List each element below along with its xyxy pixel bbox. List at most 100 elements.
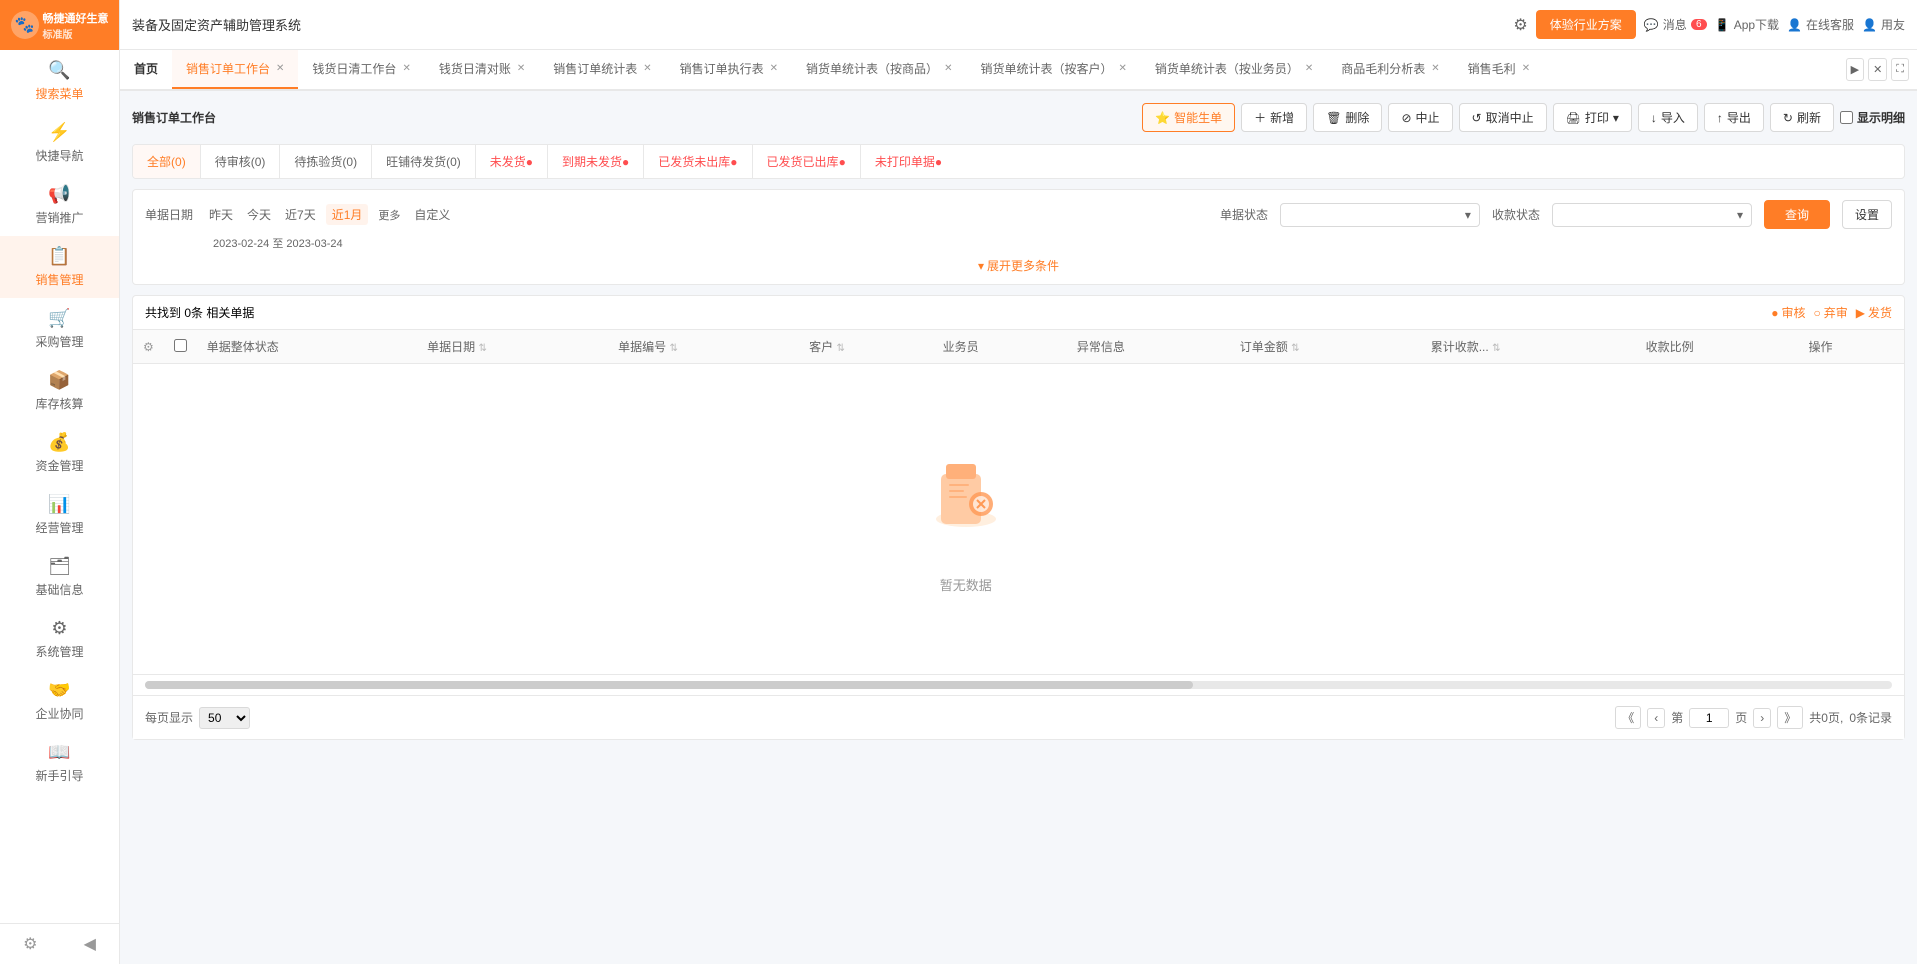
expand-row: ▾ 展开更多条件 xyxy=(145,257,1892,274)
filter-tab-pending-inspection[interactable]: 待拣验货(0) xyxy=(280,145,372,178)
industry-btn[interactable]: 体验行业方案 xyxy=(1536,10,1636,39)
sidebar-item-search[interactable]: 🔍 搜索菜单 xyxy=(0,50,119,112)
review-action-btn[interactable]: ● 审核 xyxy=(1771,304,1805,321)
page-size-select[interactable]: 10 20 50 100 xyxy=(199,707,250,729)
sidebar-item-system[interactable]: ⚙ 系统管理 xyxy=(0,608,119,670)
col-customer[interactable]: 客户 ⇅ xyxy=(799,330,933,364)
ship-action-btn[interactable]: ▶ 发货 xyxy=(1856,304,1892,321)
filter-tab-not-shipped[interactable]: 未发货● xyxy=(476,145,548,178)
cancel-review-action-btn[interactable]: ○ 弃审 xyxy=(1813,304,1847,321)
date-opt-more[interactable]: 更多 xyxy=(374,205,404,225)
filter-tab-overdue[interactable]: 到期未发货● xyxy=(548,145,644,178)
review-icon: ● xyxy=(1771,306,1778,320)
show-detail-input[interactable] xyxy=(1840,111,1853,124)
sidebar-item-sales[interactable]: 📋 销售管理 xyxy=(0,236,119,298)
tab-maximize[interactable]: ⛶ xyxy=(1891,58,1909,81)
col-number[interactable]: 单据编号 ⇅ xyxy=(608,330,799,364)
col-date[interactable]: 单据日期 ⇅ xyxy=(417,330,608,364)
tab-sales-by-product[interactable]: 销货单统计表（按商品） ✕ xyxy=(792,50,966,89)
print-btn[interactable]: 🖨 打印 ▾ xyxy=(1553,103,1632,132)
tab-sales-by-staff-close[interactable]: ✕ xyxy=(1305,63,1313,74)
tab-sales-profit-close[interactable]: ✕ xyxy=(1522,63,1530,74)
smart-btn[interactable]: ⭐ 智能生单 xyxy=(1142,103,1235,132)
filter-tab-wangpu[interactable]: 旺铺待发货(0) xyxy=(372,145,476,178)
expand-btn[interactable]: ▾ 展开更多条件 xyxy=(978,257,1059,274)
tab-margin-analysis-close[interactable]: ✕ xyxy=(1431,63,1439,74)
stop-btn[interactable]: ⊘ 中止 xyxy=(1388,103,1452,132)
settings-filter-btn[interactable]: 设置 xyxy=(1842,200,1892,229)
query-btn[interactable]: 查询 xyxy=(1764,200,1830,229)
tab-sales-profit[interactable]: 销售毛利 ✕ xyxy=(1454,50,1544,89)
tab-sales-order-close[interactable]: ✕ xyxy=(276,63,284,74)
scroll-bar[interactable] xyxy=(145,681,1892,689)
tab-sales-by-customer-close[interactable]: ✕ xyxy=(1118,63,1126,74)
topbar-settings-icon[interactable]: ⚙ xyxy=(1513,15,1527,35)
settings-bottom-icon[interactable]: ⚙ xyxy=(23,934,37,954)
date-opt-1month[interactable]: 近1月 xyxy=(326,204,369,225)
payment-select[interactable]: ▾ xyxy=(1552,203,1752,227)
col-received[interactable]: 累计收款... ⇅ xyxy=(1421,330,1636,364)
topbar: 装备及固定资产辅助管理系统 ⚙ 体验行业方案 💬 消息 6 📱 App下载 👤 … xyxy=(120,0,1917,50)
tab-home[interactable]: 首页 xyxy=(120,50,172,89)
sidebar-item-operations[interactable]: 📊 经营管理 xyxy=(0,484,119,546)
date-opt-7days[interactable]: 近7天 xyxy=(281,204,320,225)
sidebar-item-marketing[interactable]: 📢 营销推广 xyxy=(0,174,119,236)
page-input[interactable] xyxy=(1689,708,1729,728)
next-page-btn[interactable]: › xyxy=(1753,708,1771,728)
cancel-stop-btn[interactable]: ↺ 取消中止 xyxy=(1459,103,1547,132)
select-all-checkbox[interactable] xyxy=(174,339,187,352)
tab-cash-daily[interactable]: 钱货日清工作台 ✕ xyxy=(298,50,424,89)
page-title-text: 销售订单工作台 xyxy=(132,109,216,126)
status-select[interactable]: ▾ xyxy=(1280,203,1480,227)
scroll-thumb[interactable] xyxy=(145,681,1193,689)
sidebar-item-inventory[interactable]: 📦 库存核算 xyxy=(0,360,119,422)
tab-sales-by-customer[interactable]: 销货单统计表（按客户） ✕ xyxy=(966,50,1140,89)
filter-tab-not-printed[interactable]: 未打印单据● xyxy=(861,145,956,178)
tab-margin-analysis[interactable]: 商品毛利分析表 ✕ xyxy=(1327,50,1453,89)
tab-sales-exec-close[interactable]: ✕ xyxy=(770,63,778,74)
date-opt-yesterday[interactable]: 昨天 xyxy=(205,204,237,225)
delete-btn[interactable]: 🗑 删除 xyxy=(1313,103,1382,132)
tab-sales-by-staff[interactable]: 销货单统计表（按业务员） ✕ xyxy=(1141,50,1327,89)
collapse-icon[interactable]: ◀ xyxy=(84,934,96,954)
prev-page-btn[interactable]: ‹ xyxy=(1647,708,1665,728)
topbar-user[interactable]: 👤 用友 xyxy=(1862,16,1905,33)
refresh-btn[interactable]: ↻ 刷新 xyxy=(1770,103,1834,132)
col-staff[interactable]: 业务员 xyxy=(933,330,1067,364)
page-actions: ⭐ 智能生单 ＋ 新增 🗑 删除 ⊘ 中止 ↺ 取消中止 xyxy=(1142,103,1905,132)
import-btn[interactable]: ↓ 导入 xyxy=(1638,103,1698,132)
tab-sales-stats-close[interactable]: ✕ xyxy=(643,63,651,74)
sidebar-item-basic[interactable]: 🗂 基础信息 xyxy=(0,546,119,608)
tab-close-all[interactable]: ✕ xyxy=(1868,58,1887,81)
col-checkbox[interactable] xyxy=(164,330,197,364)
tab-sales-order[interactable]: 销售订单工作台 ✕ xyxy=(172,50,298,89)
topbar-message[interactable]: 💬 消息 6 xyxy=(1644,16,1707,33)
tab-sales-exec[interactable]: 销售订单执行表 ✕ xyxy=(666,50,792,89)
topbar-app-download[interactable]: 📱 App下载 xyxy=(1715,16,1779,33)
last-page-btn[interactable]: 》 xyxy=(1777,706,1803,729)
show-detail-checkbox[interactable]: 显示明细 xyxy=(1840,109,1905,126)
tab-cash-check-close[interactable]: ✕ xyxy=(517,63,525,74)
tab-cash-check[interactable]: 钱货日清对账 ✕ xyxy=(425,50,539,89)
filter-tab-shipped-not-out[interactable]: 已发货未出库● xyxy=(644,145,752,178)
sidebar-item-guide[interactable]: 📖 新手引导 xyxy=(0,732,119,794)
tab-cash-daily-close[interactable]: ✕ xyxy=(402,63,410,74)
filter-tab-shipped-out[interactable]: 已发货已出库● xyxy=(753,145,861,178)
sidebar-item-quicknav[interactable]: ⚡ 快捷导航 xyxy=(0,112,119,174)
sidebar-item-purchase[interactable]: 🛒 采购管理 xyxy=(0,298,119,360)
filter-tab-all[interactable]: 全部(0) xyxy=(133,145,201,178)
tab-sales-by-product-close[interactable]: ✕ xyxy=(944,63,952,74)
export-btn[interactable]: ↑ 导出 xyxy=(1704,103,1764,132)
topbar-online-service[interactable]: 👤 在线客服 xyxy=(1787,16,1854,33)
add-btn[interactable]: ＋ 新增 xyxy=(1241,103,1307,132)
sidebar-item-cooperation[interactable]: 🤝 企业协同 xyxy=(0,670,119,732)
filter-tab-pending-review[interactable]: 待审核(0) xyxy=(201,145,281,178)
col-gear[interactable]: ⚙ xyxy=(133,330,164,364)
col-amount[interactable]: 订单金额 ⇅ xyxy=(1230,330,1421,364)
date-opt-today[interactable]: 今天 xyxy=(243,204,275,225)
first-page-btn[interactable]: 《 xyxy=(1615,706,1641,729)
sidebar-item-finance[interactable]: 💰 资金管理 xyxy=(0,422,119,484)
date-opt-custom[interactable]: 自定义 xyxy=(410,204,454,225)
tab-arrow-prev[interactable]: ▶ xyxy=(1846,58,1864,81)
tab-sales-stats[interactable]: 销售订单统计表 ✕ xyxy=(539,50,665,89)
